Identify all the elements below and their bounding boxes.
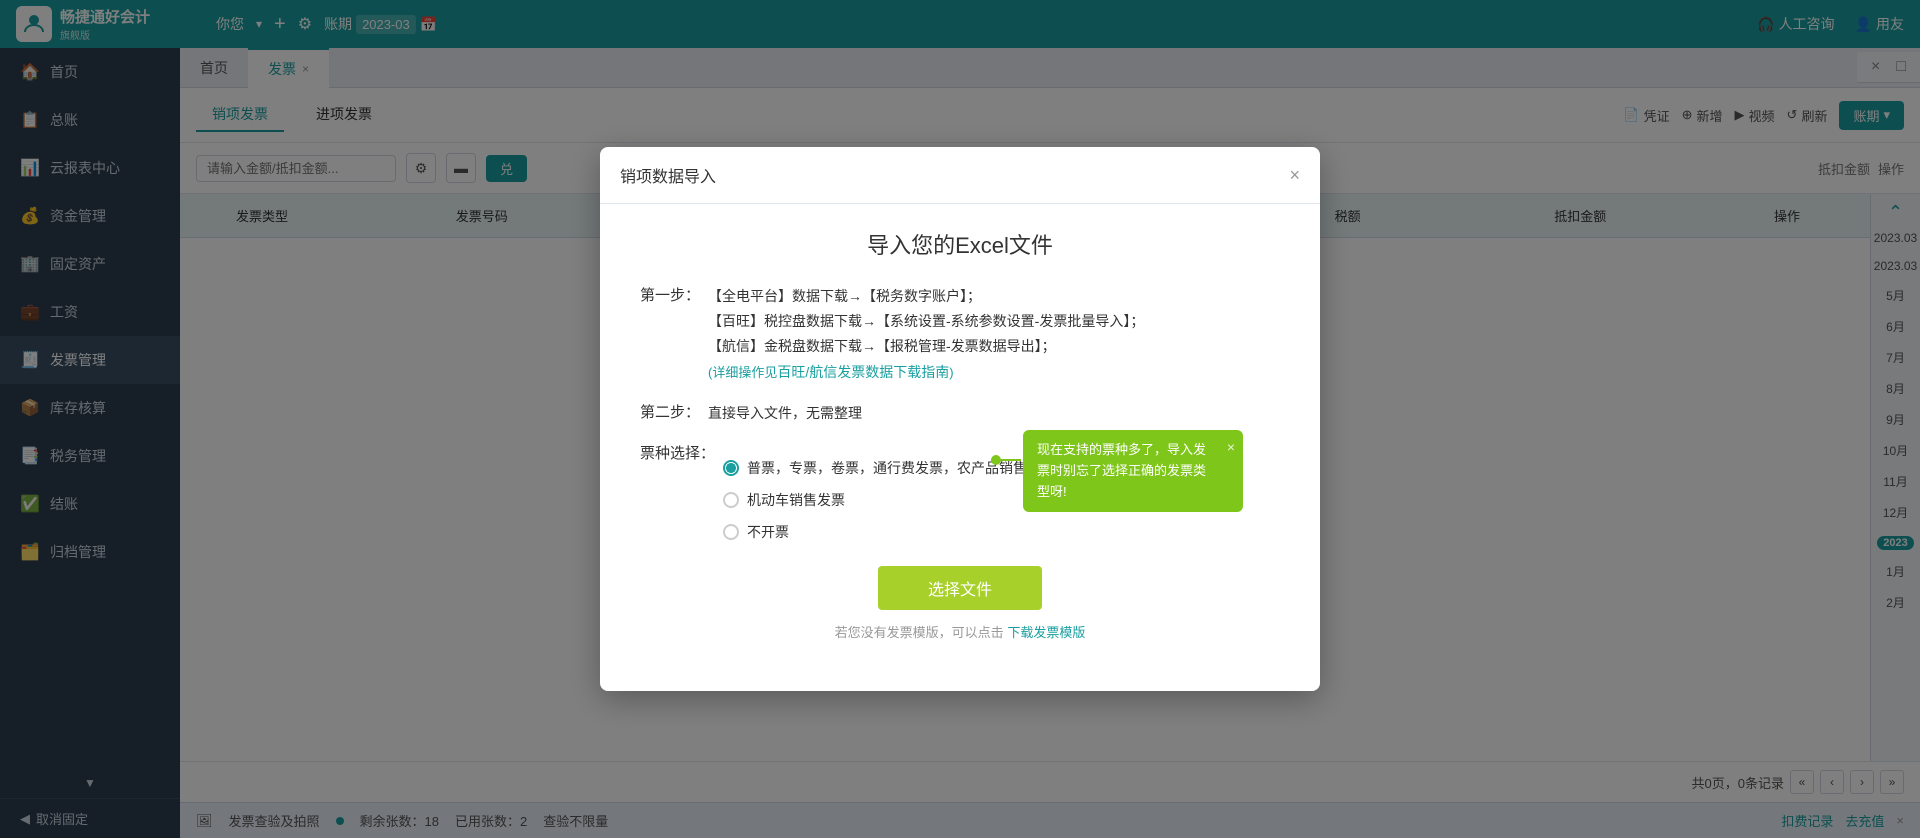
modal-close-btn[interactable]: ×: [1289, 165, 1300, 186]
tooltip-text: 现在支持的票种多了，导入发票时别忘了选择正确的发票类型呀!: [1037, 442, 1206, 499]
radio-unchecked-icon-3: [723, 524, 739, 540]
step1-line2: 【百旺】税控盘数据下载→【系统设置-系统参数设置-发票批量导入】；: [708, 309, 1144, 334]
step2-content: 直接导入文件，无需整理: [708, 401, 862, 426]
step1-line1: 【全电平台】数据下载→【税务数字账户】；: [708, 284, 1144, 309]
radio-option-1[interactable]: 普票，专票，卷票，通行费发票，农产品销售发票: [723, 458, 1055, 478]
step1-label: 第一步：: [640, 284, 700, 305]
modal-body: 导入您的Excel文件 第一步： 【全电平台】数据下载→【税务数字账户】； 【百…: [600, 204, 1320, 691]
download-template-link[interactable]: 下载发票模版: [1007, 625, 1085, 640]
modal-main-title: 导入您的Excel文件: [640, 228, 1280, 260]
ticket-label: 票种选择：: [640, 442, 715, 463]
radio-checked-icon: [723, 460, 739, 476]
modal-overlay: 销项数据导入 × 导入您的Excel文件 第一步： 【全电平台】数据下载→【税务…: [0, 0, 1920, 838]
tooltip-bubble: 现在支持的票种多了，导入发票时别忘了选择正确的发票类型呀! ×: [1023, 430, 1243, 512]
radio-group: 普票，专票，卷票，通行费发票，农产品销售发票 机动车销售发票 现在支持的票种多了…: [723, 458, 1055, 542]
modal-header: 销项数据导入 ×: [600, 147, 1320, 204]
guide-link[interactable]: 百旺/航信发票数据下载指南: [777, 364, 949, 380]
template-text: 若您没有发票模版，可以点击 下载发票模版: [835, 622, 1086, 641]
modal-footer: 选择文件 若您没有发票模版，可以点击 下载发票模版: [640, 566, 1280, 661]
step2-label: 第二步：: [640, 401, 700, 422]
radio-unchecked-icon-2: [723, 492, 739, 508]
tooltip-close-btn[interactable]: ×: [1227, 436, 1235, 458]
radio-section: 票种选择： 普票，专票，卷票，通行费发票，农产品销售发票 机动车销售发票: [640, 442, 1280, 566]
radio-option-2[interactable]: 机动车销售发票 现在支持的票种多了，导入发票时别忘了选择正确的发票类型呀! ×: [723, 490, 1055, 510]
select-file-btn[interactable]: 选择文件: [878, 566, 1042, 610]
step2-row: 第二步： 直接导入文件，无需整理: [640, 401, 1280, 426]
radio-label-2: 机动车销售发票: [747, 490, 845, 510]
tooltip-line: [991, 459, 1021, 461]
radio-option-3[interactable]: 不开票: [723, 522, 1055, 542]
step1-content: 【全电平台】数据下载→【税务数字账户】； 【百旺】税控盘数据下载→【系统设置-系…: [708, 284, 1144, 385]
radio-label-3: 不开票: [747, 522, 789, 542]
radio-label-1: 普票，专票，卷票，通行费发票，农产品销售发票: [747, 458, 1055, 478]
step1-note: (详细操作见百旺/航信发票数据下载指南): [708, 360, 1144, 385]
step1-line3: 【航信】金税盘数据下载→【报税管理-发票数据导出】；: [708, 334, 1144, 359]
step1-row: 第一步： 【全电平台】数据下载→【税务数字账户】； 【百旺】税控盘数据下载→【系…: [640, 284, 1280, 385]
modal-title: 销项数据导入: [620, 163, 716, 187]
import-modal: 销项数据导入 × 导入您的Excel文件 第一步： 【全电平台】数据下载→【税务…: [600, 147, 1320, 691]
